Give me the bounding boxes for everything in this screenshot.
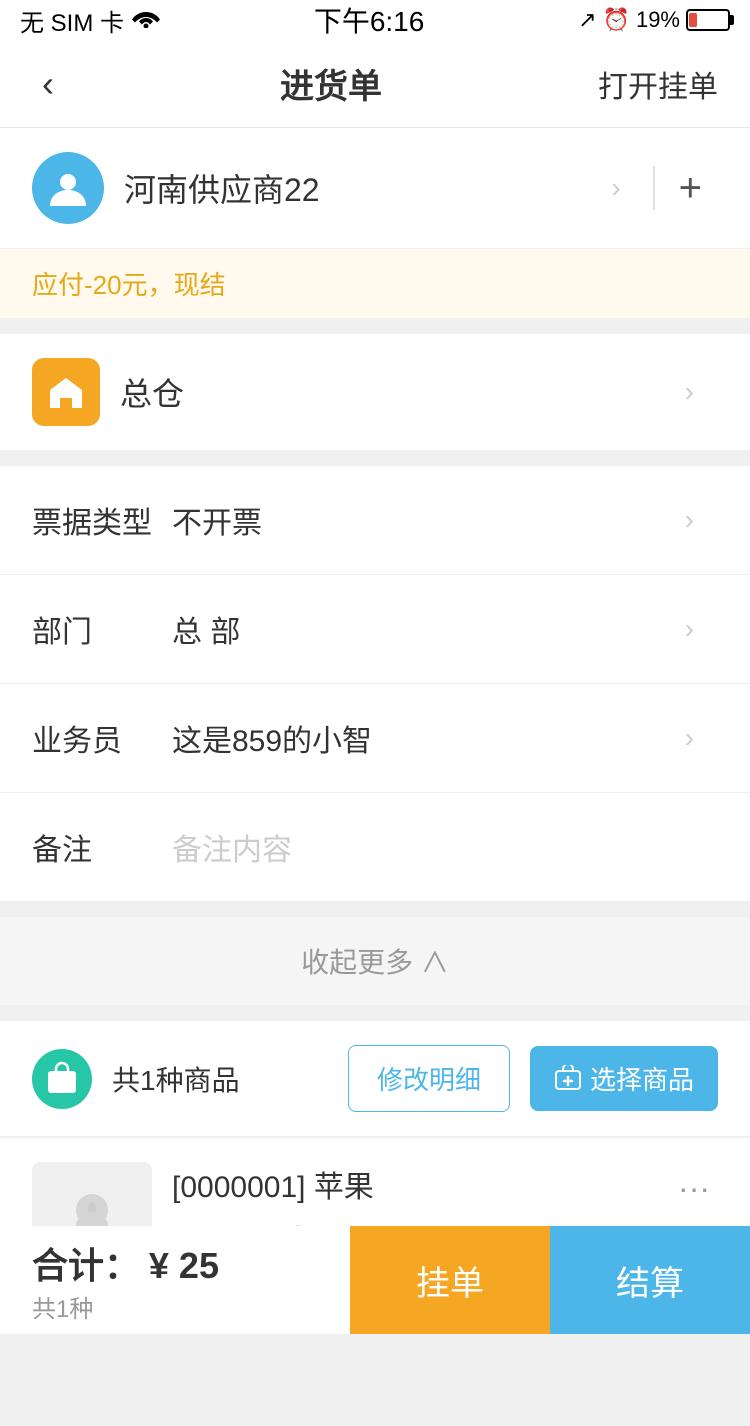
warehouse-chevron-icon: › <box>685 376 694 408</box>
wifi-icon <box>132 6 160 35</box>
select-product-button[interactable]: 选择商品 <box>530 1046 718 1111</box>
total-amount: 合计： ¥ 25 <box>32 1237 318 1289</box>
bottom-bar: 合计： ¥ 25 共1种 挂单 结算 <box>0 1226 750 1334</box>
department-chevron-icon: › <box>685 613 694 645</box>
invoice-row[interactable]: 票据类型 不开票 › <box>0 466 750 575</box>
divider <box>653 166 655 210</box>
status-right: ↗ ⏰ 19% <box>578 7 730 33</box>
status-time: 下午6:16 <box>314 0 425 40</box>
product-more-button[interactable]: ··· <box>670 1162 718 1215</box>
carrier-label: 无 SIM 卡 <box>20 3 124 38</box>
status-bar: 无 SIM 卡 下午6:16 ↗ ⏰ 19% <box>0 0 750 40</box>
department-value: 总 部 <box>172 607 685 651</box>
suspend-button[interactable]: 挂单 <box>350 1226 550 1334</box>
remark-row[interactable]: 备注 备注内容 <box>0 793 750 901</box>
invoice-value: 不开票 <box>172 498 685 542</box>
salesman-chevron-icon: › <box>685 722 694 754</box>
location-icon: ↗ <box>578 7 596 33</box>
collapse-row[interactable]: 收起更多 ∧ <box>0 917 750 1005</box>
invoice-chevron-icon: › <box>685 504 694 536</box>
salesman-row[interactable]: 业务员 这是859的小智 › <box>0 684 750 793</box>
warehouse-name: 总仓 <box>120 369 685 415</box>
salesman-value: 这是859的小智 <box>172 716 685 760</box>
invoice-label: 票据类型 <box>32 498 172 542</box>
select-product-label: 选择商品 <box>590 1060 694 1097</box>
product-header: 共1种商品 修改明细 选择商品 <box>0 1021 750 1136</box>
supplier-row[interactable]: 河南供应商22 › + <box>0 128 750 249</box>
department-label: 部门 <box>32 607 172 651</box>
product-code: [0000001] <box>172 1171 305 1204</box>
bottom-total: 合计： ¥ 25 共1种 <box>0 1237 350 1324</box>
department-row[interactable]: 部门 总 部 › <box>0 575 750 684</box>
product-name: [0000001] 苹果 <box>172 1162 650 1206</box>
alarm-icon: ⏰ <box>603 7 630 33</box>
supplier-section: 河南供应商22 › + 应付-20元，现结 <box>0 128 750 318</box>
status-left: 无 SIM 卡 <box>20 3 160 38</box>
remark-label: 备注 <box>32 825 172 869</box>
product-count: 共1种商品 <box>112 1059 328 1099</box>
form-section: 票据类型 不开票 › 部门 总 部 › 业务员 这是859的小智 › 备注 备注… <box>0 466 750 901</box>
product-icon <box>32 1049 92 1109</box>
supplier-notice: 应付-20元，现结 <box>0 249 750 318</box>
remark-input[interactable]: 备注内容 <box>172 825 718 869</box>
open-pending-button[interactable]: 打开挂单 <box>598 62 718 106</box>
battery-icon <box>686 9 730 31</box>
salesman-label: 业务员 <box>32 716 172 760</box>
modify-detail-button[interactable]: 修改明细 <box>348 1045 510 1112</box>
nav-bar: ‹ 进货单 打开挂单 <box>0 40 750 128</box>
back-button[interactable]: ‹ <box>32 53 64 115</box>
supplier-name: 河南供应商22 <box>124 165 611 211</box>
checkout-button[interactable]: 结算 <box>550 1226 750 1334</box>
total-value: ¥ 25 <box>149 1245 219 1286</box>
warehouse-section[interactable]: 总仓 › <box>0 334 750 450</box>
total-label: 合计： <box>32 1245 140 1286</box>
supplier-chevron-icon: › <box>611 172 620 204</box>
product-title: 苹果 <box>314 1171 374 1204</box>
warehouse-icon <box>32 358 100 426</box>
page-title: 进货单 <box>280 59 382 108</box>
add-supplier-button[interactable]: + <box>663 166 718 211</box>
battery-percent: 19% <box>636 7 680 33</box>
supplier-avatar <box>32 152 104 224</box>
total-count: 共1种 <box>32 1289 318 1324</box>
